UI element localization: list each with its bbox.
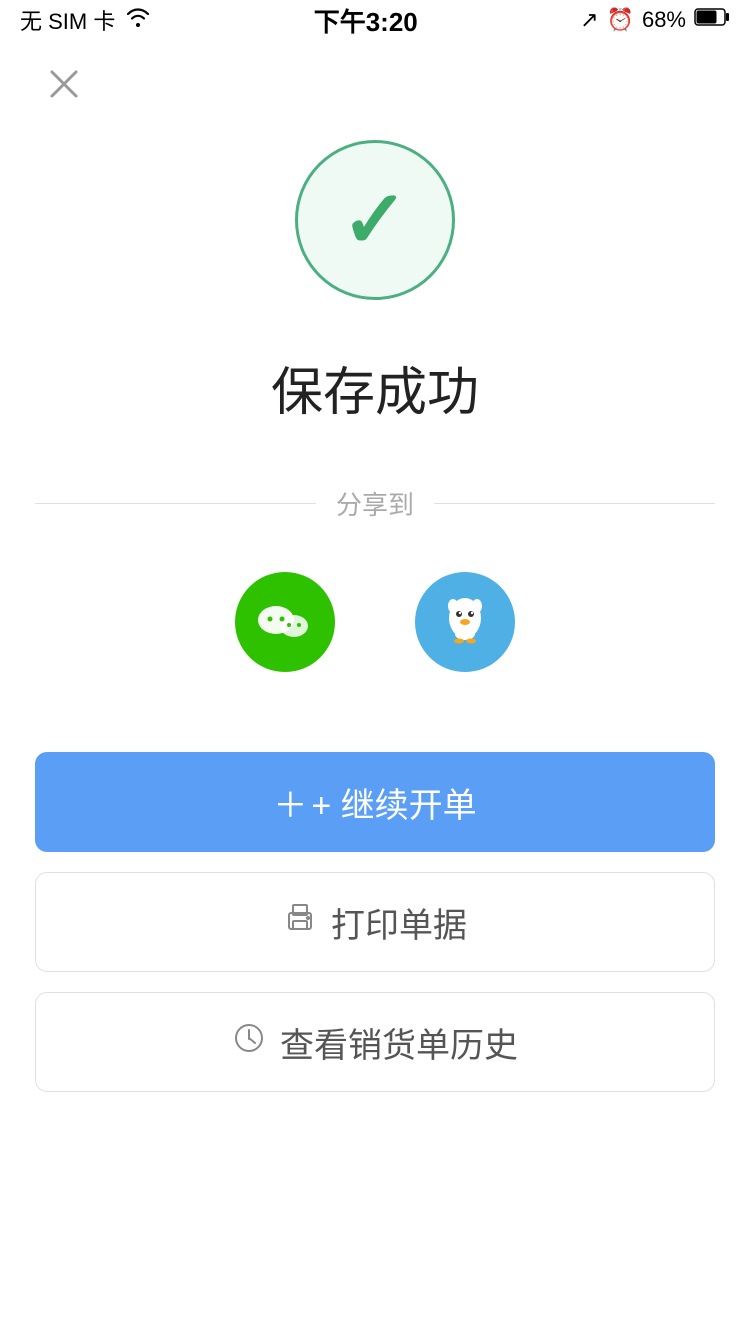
divider-left <box>35 503 316 504</box>
close-icon <box>48 68 80 100</box>
success-circle: ✓ <box>295 140 455 300</box>
history-button[interactable]: 查看销货单历史 <box>35 992 715 1092</box>
qq-icon <box>435 592 495 652</box>
status-right: ↗ ⏰ 68% <box>580 7 730 33</box>
divider-right <box>434 503 715 504</box>
main-content: ✓ 保存成功 分享到 <box>0 40 750 1092</box>
continue-button[interactable]: ＋ + 继续开单 <box>35 752 715 852</box>
status-left: 无 SIM 卡 <box>20 4 151 36</box>
wechat-icon <box>256 598 314 646</box>
share-icons <box>235 572 515 672</box>
no-sim-text: 无 SIM 卡 <box>20 4 115 36</box>
plus-icon: ＋ <box>273 778 307 827</box>
share-divider: 分享到 <box>35 485 715 522</box>
action-buttons: ＋ + 继续开单 打印单据 <box>35 752 715 1092</box>
continue-label: + 继续开单 <box>311 778 476 827</box>
print-button[interactable]: 打印单据 <box>35 872 715 972</box>
wechat-share-button[interactable] <box>235 572 335 672</box>
history-label: 查看销货单历史 <box>280 1018 518 1067</box>
print-label: 打印单据 <box>331 898 467 947</box>
battery-percent: 68% <box>642 7 686 33</box>
clock-icon <box>232 1021 266 1064</box>
qq-share-button[interactable] <box>415 572 515 672</box>
wifi-icon <box>125 7 151 33</box>
status-bar: 无 SIM 卡 下午3:20 ↗ ⏰ 68% <box>0 0 750 40</box>
alarm-icon: ⏰ <box>607 7 634 33</box>
location-icon: ↗ <box>580 7 598 33</box>
share-label: 分享到 <box>336 485 414 522</box>
close-button[interactable] <box>40 60 88 108</box>
battery-icon <box>694 7 730 33</box>
status-time: 下午3:20 <box>314 2 418 39</box>
printer-icon <box>283 901 317 944</box>
checkmark-icon: ✓ <box>341 180 408 260</box>
success-title: 保存成功 <box>271 350 479 425</box>
